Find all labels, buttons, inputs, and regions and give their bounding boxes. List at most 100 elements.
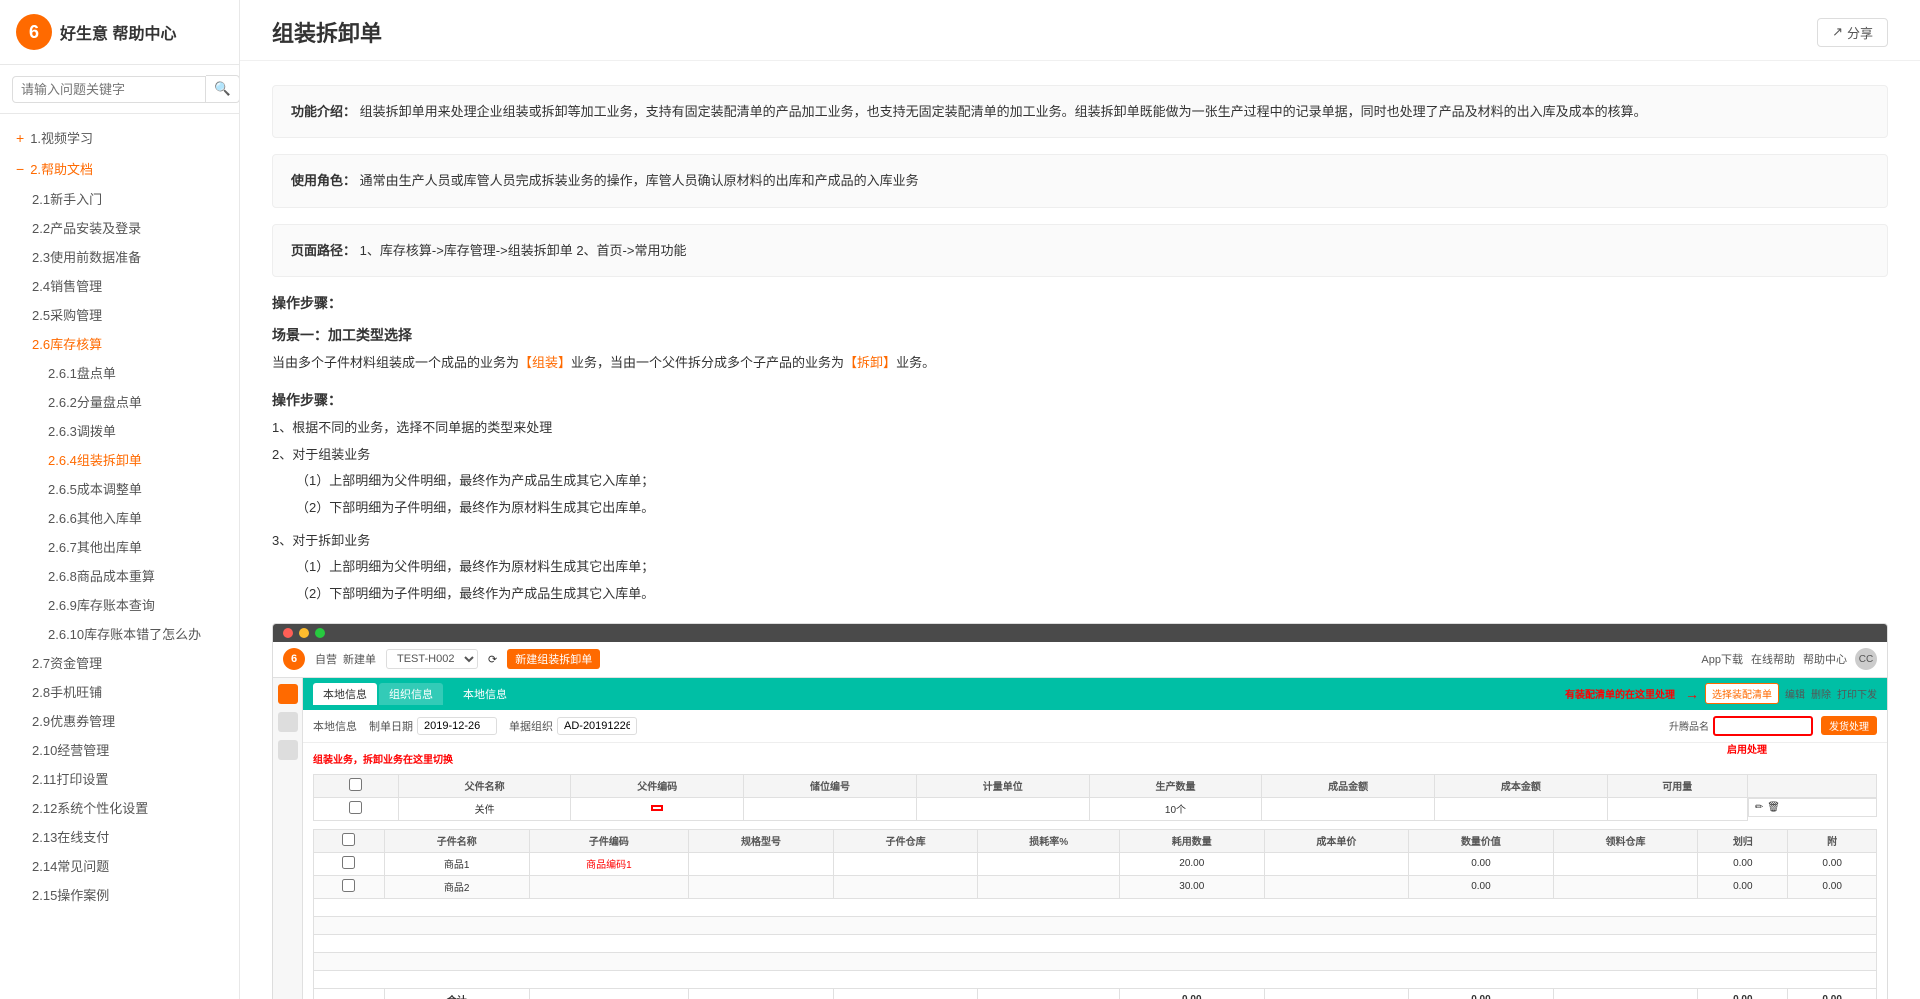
share-button[interactable]: ↗ 分享 (1817, 18, 1888, 47)
b-row-checkbox[interactable] (342, 879, 355, 892)
col-available: 可用量 (1607, 774, 1747, 797)
sidebar-item-2-15[interactable]: 2.15操作案例 (32, 880, 239, 909)
search-icon: 🔍 (214, 81, 231, 96)
sidebar-item-2-6-6[interactable]: 2.6.6其他入库单 (48, 503, 239, 532)
sidebar-sub-help: 2.1新手入门 2.2产品安装及登录 2.3使用前数据准备 2.4销售管理 2.… (0, 184, 239, 909)
sidebar-item-2-9[interactable]: 2.9优惠券管理 (32, 706, 239, 735)
mock-search-input[interactable] (1713, 716, 1813, 736)
mock-delete-label: 删除 (1811, 686, 1831, 701)
bcell-attach: 0.00 (1788, 852, 1877, 875)
sidebar-item-2-10[interactable]: 2.10经营管理 (32, 735, 239, 764)
sidebar-item-2-3[interactable]: 2.3使用前数据准备 (32, 242, 239, 271)
steps-title: 操作步骤： (272, 293, 1888, 313)
bcell-name: 商品2 (384, 875, 529, 898)
col-unit: 计量单位 (916, 774, 1089, 797)
sidebar-item-2-6-7[interactable]: 2.6.7其他出库单 (48, 532, 239, 561)
mock-top-table: 父件名称 父件编码 储位编号 计量单位 生产数量 成品金额 成本金额 可用量 (313, 774, 1877, 821)
sidebar-item-2-6[interactable]: 2.6库存核算 (32, 329, 239, 358)
path-block: 页面路径： 1、库存核算->库存管理->组装拆卸单 2、首页->常用功能 (272, 224, 1888, 277)
step2-sub2: （2）下部明细为子件明细，最终作为原材料生成其它出库单。 (272, 496, 1888, 521)
sidebar-item-2-8[interactable]: 2.8手机旺铺 (32, 677, 239, 706)
path-text: 1、库存核算->库存管理->组装拆卸单 2、首页->常用功能 (360, 243, 687, 258)
mock-tab-local[interactable]: 本地信息 (313, 683, 377, 705)
table-row (314, 970, 1877, 988)
select-all-checkbox[interactable] (349, 778, 362, 791)
sidebar-item-help[interactable]: − 2.帮助文档 (0, 153, 239, 184)
sidebar: 6 好生意 帮助中心 🔍 + 1.视频学习 − 2.帮助文档 2.1新手入门 2… (0, 0, 240, 999)
bcol-warehouse: 子件仓库 (833, 829, 978, 852)
mock-field-date: 制单日期 (369, 717, 497, 735)
row-edit[interactable]: ✏ (1755, 802, 1763, 813)
mock-assign-button[interactable]: 发货处理 (1821, 716, 1877, 735)
mock-date-input[interactable] (417, 717, 497, 735)
bcol-qty-value: 数量价值 (1409, 829, 1554, 852)
cell-produce-qty: 10个 (1089, 797, 1262, 820)
nav-list: + 1.视频学习 − 2.帮助文档 2.1新手入门 2.2产品安装及登录 2.3… (0, 114, 239, 999)
sidebar-item-2-6-3[interactable]: 2.6.3调拨单 (48, 416, 239, 445)
mock-app-download: App下载 (1701, 651, 1743, 667)
mock-store-select[interactable]: TEST-H002 (386, 649, 478, 669)
mock-new-button[interactable]: 新建组装拆卸单 (507, 649, 600, 669)
mock-bom-button[interactable]: 选择装配清单 (1705, 683, 1779, 704)
mock-ref-input[interactable] (557, 717, 637, 735)
sidebar-item-2-6-8[interactable]: 2.6.8商品成本重算 (48, 561, 239, 590)
sidebar-item-2-6-4[interactable]: 2.6.4组装拆卸单 (48, 445, 239, 474)
role-text: 通常由生产人员或库管人员完成拆装业务的操作，库管人员确认原材料的出库和产成品的入… (360, 173, 919, 188)
bcell-name: 商品1 (384, 852, 529, 875)
bcell-wh (833, 875, 978, 898)
bcell-classify: 0.00 (1698, 875, 1788, 898)
mock-bottom-table-section: 子件名称 子件编码 规格型号 子件仓库 损耗率% 耗用数量 成本单价 数量价值 (303, 825, 1887, 999)
sidebar-item-2-11[interactable]: 2.11打印设置 (32, 764, 239, 793)
bcell-pick (1553, 852, 1698, 875)
b-row-checkbox[interactable] (342, 856, 355, 869)
sidebar-item-2-14[interactable]: 2.14常见问题 (32, 851, 239, 880)
bcell-spec (689, 852, 834, 875)
bcol-cost-price: 成本单价 (1264, 829, 1409, 852)
steps-list: 1、根据不同的业务，选择不同单据的类型来处理 2、对于组装业务 （1）上部明细为… (272, 416, 1888, 607)
cell-unit (916, 797, 1089, 820)
col-actions (1747, 774, 1876, 797)
sidebar-item-2-1[interactable]: 2.1新手入门 (32, 184, 239, 213)
row-checkbox[interactable] (349, 801, 362, 814)
sidebar-item-video[interactable]: + 1.视频学习 (0, 122, 239, 153)
sidebar-item-2-7[interactable]: 2.7资金管理 (32, 648, 239, 677)
search-input[interactable] (12, 76, 206, 103)
sidebar-item-2-4[interactable]: 2.4销售管理 (32, 271, 239, 300)
sidebar-item-2-6-2[interactable]: 2.6.2分量盘点单 (48, 387, 239, 416)
mock-form-area: 本地信息 组织信息 本地信息 有装配清单的在这里处理 → 选择装配清单 编辑 删… (273, 678, 1887, 999)
mock-icon-home (278, 684, 298, 704)
mock-form-type: 本地信息 (463, 686, 507, 702)
dot-green (315, 628, 325, 638)
cell-product-amount (1262, 797, 1435, 820)
sidebar-item-2-2[interactable]: 2.2产品安装及登录 (32, 213, 239, 242)
total-label: 合计 (384, 988, 529, 999)
bcell-code (529, 875, 689, 898)
mock-bottom-table: 子件名称 子件编码 规格型号 子件仓库 损耗率% 耗用数量 成本单价 数量价值 (313, 829, 1877, 999)
dot-red (283, 628, 293, 638)
sidebar-item-2-6-9[interactable]: 2.6.9库存账本查询 (48, 590, 239, 619)
cell-parent-code (571, 797, 744, 820)
sidebar-item-2-6-1[interactable]: 2.6.1盘点单 (48, 358, 239, 387)
mock-nav-orders: 新建单 (343, 651, 376, 667)
bcol-loss: 损耗率% (978, 829, 1120, 852)
cell-parent-name: 关件 (398, 797, 571, 820)
share-icon: ↗ (1832, 24, 1843, 40)
screenshot-container: 6 自营 新建单 TEST-H002 ⟳ 新建组装拆卸单 App下载 在线帮助 … (272, 623, 1888, 999)
col-produce-qty: 生产数量 (1089, 774, 1262, 797)
mock-form-tabs: 本地信息 组织信息 (313, 683, 443, 705)
search-button[interactable]: 🔍 (206, 75, 240, 103)
mock-tab-org[interactable]: 组织信息 (379, 683, 443, 705)
step2-sub1: （1）上部明细为父件明细，最终作为产成品生成其它入库单； (272, 469, 1888, 494)
sidebar-item-2-6-10[interactable]: 2.6.10库存账本错了怎么办 (48, 619, 239, 648)
row-delete[interactable]: 🗑 (1767, 802, 1780, 813)
sidebar-item-label: 1.视频学习 (30, 128, 93, 147)
sidebar-item-2-6-5[interactable]: 2.6.5成本调整单 (48, 474, 239, 503)
bcell-classify: 0.00 (1698, 852, 1788, 875)
sidebar-item-2-12[interactable]: 2.12系统个性化设置 (32, 793, 239, 822)
mock-form-fields: 本地信息 制单日期 单据组织 (303, 710, 1887, 743)
sidebar-sub-2-6: 2.6.1盘点单 2.6.2分量盘点单 2.6.3调拨单 2.6.4组装拆卸单 … (32, 358, 239, 648)
sidebar-item-2-13[interactable]: 2.13在线支付 (32, 822, 239, 851)
b-select-all[interactable] (342, 833, 355, 846)
sidebar-item-2-5[interactable]: 2.5采购管理 (32, 300, 239, 329)
highlight-disassembly: 【拆卸】 (844, 355, 896, 370)
